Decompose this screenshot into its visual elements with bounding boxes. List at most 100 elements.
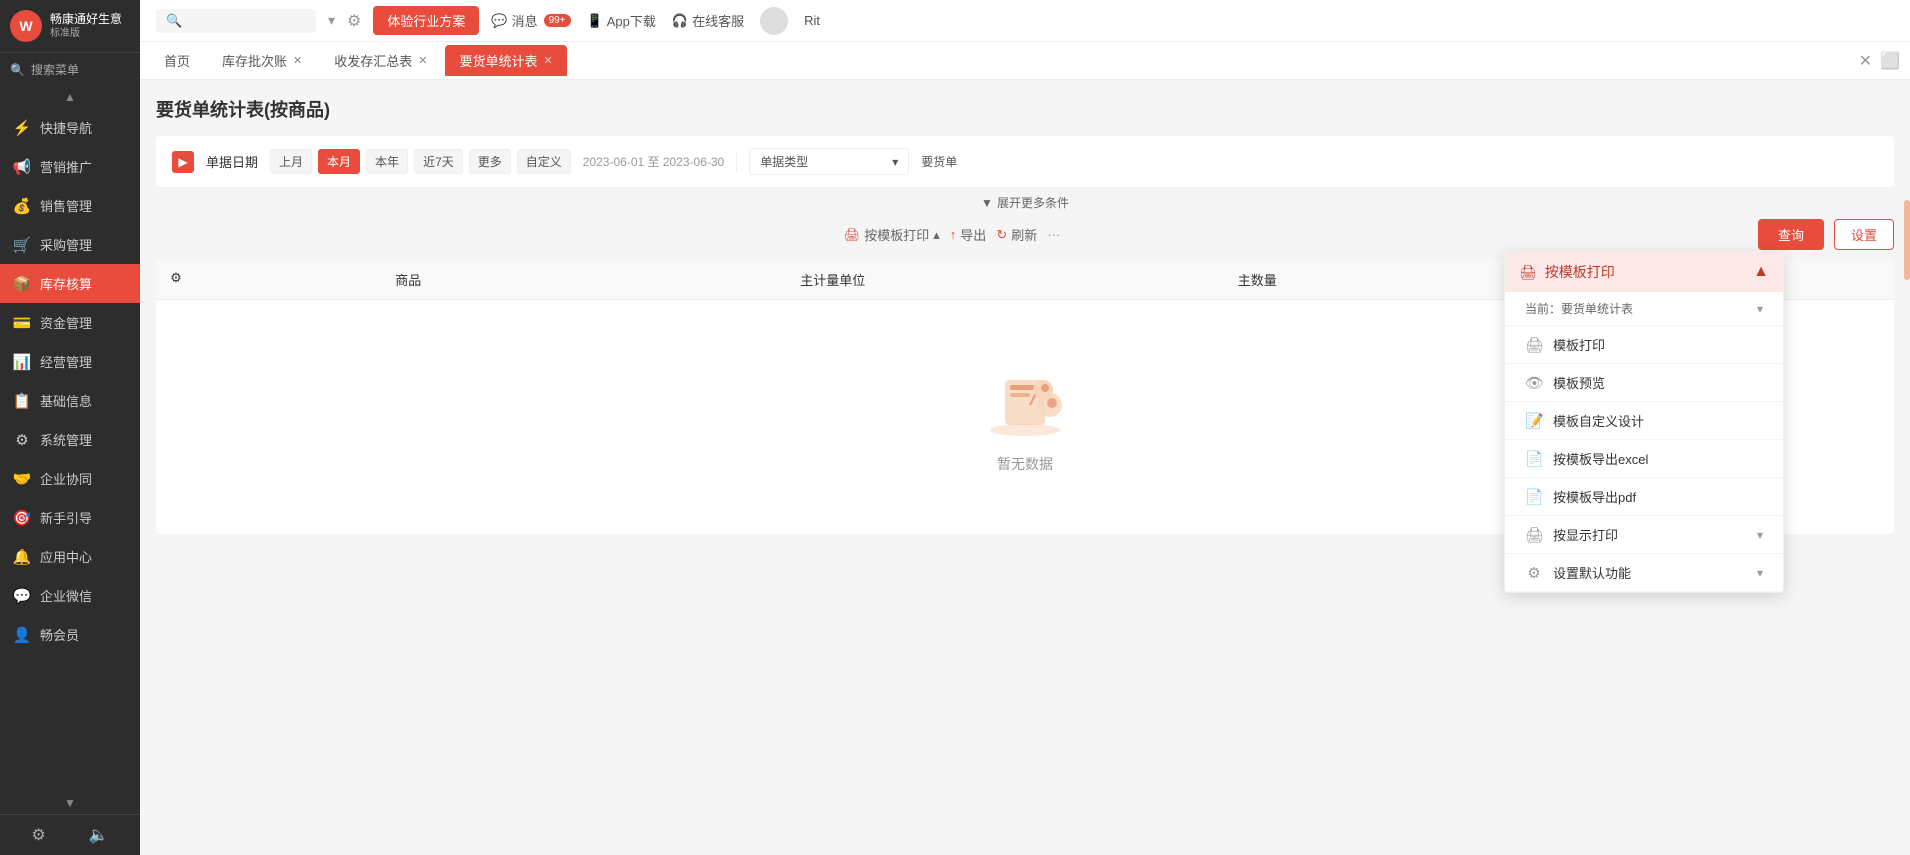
empty-state-text: 暂无数据 [997, 454, 1053, 474]
template-pdf-item-icon: 📄 [1525, 488, 1543, 506]
settings-footer-icon[interactable]: ⚙ [31, 825, 45, 845]
refresh-label: 刷新 [1011, 225, 1037, 244]
sidebar-item-guide[interactable]: 🎯 新手引导 [0, 498, 140, 537]
template-print-btn[interactable]: 🖨 按模板打印 ▴ [844, 225, 940, 244]
filter-expand-icon[interactable]: ▶ [172, 151, 194, 173]
settings-button[interactable]: 设置 [1834, 219, 1894, 250]
dropdown-item-template-print[interactable]: 🖨 模板打印 [1505, 326, 1783, 364]
display-print-left: 🖨 按显示打印 [1525, 525, 1618, 544]
sidebar-item-label: 畅会员 [40, 625, 79, 644]
tab-order-stats-close[interactable]: ✕ [544, 54, 553, 67]
date-btn-recent-7[interactable]: 近7天 [414, 149, 463, 174]
more-icon[interactable]: ··· [1047, 227, 1060, 242]
sidebar-scroll-down[interactable]: ▼ [0, 792, 140, 814]
sidebar-item-finance[interactable]: 💳 资金管理 [0, 303, 140, 342]
tab-maximize-icon[interactable]: ⬜ [1880, 51, 1900, 71]
tab-inventory-batch-close[interactable]: ✕ [293, 54, 302, 67]
sidebar-item-purchase[interactable]: 🛒 采购管理 [0, 225, 140, 264]
col-unit: 主计量单位 [621, 270, 1046, 289]
sidebar-item-member[interactable]: 👤 畅会员 [0, 615, 140, 654]
tab-receipt-summary[interactable]: 收发存汇总表 ✕ [320, 45, 441, 76]
scroll-down-icon[interactable]: ▼ [64, 796, 76, 810]
display-print-label: 按显示打印 [1553, 525, 1618, 544]
messages-btn[interactable]: 💬 消息 99+ [491, 11, 570, 30]
dropdown-collapse-icon[interactable]: ▲ [1753, 263, 1769, 281]
expand-more-label: 展开更多条件 [997, 194, 1069, 211]
filter-bar: ▶ 单据日期 上月 本月 本年 近7天 更多 自定义 2023-06-01 至 … [156, 136, 1894, 187]
quick-nav-icon: ⚡ [12, 119, 32, 137]
date-btn-current-month[interactable]: 本月 [318, 149, 360, 174]
sidebar-item-system[interactable]: ⚙ 系统管理 [0, 420, 140, 459]
export-label: 导出 [960, 225, 986, 244]
sidebar-item-marketing[interactable]: 📢 营销推广 [0, 147, 140, 186]
header-settings-icon[interactable]: ⚙ [347, 11, 361, 31]
tab-inventory-batch[interactable]: 库存批次账 ✕ [208, 45, 316, 76]
sidebar-item-enterprise[interactable]: 🤝 企业协同 [0, 459, 140, 498]
right-scrollbar[interactable] [1904, 200, 1910, 280]
template-print-item-icon: 🖨 [1525, 336, 1543, 354]
expand-more-btn[interactable]: ▼ 展开更多条件 [965, 190, 1085, 215]
messages-icon: 💬 [491, 13, 507, 29]
tab-order-stats[interactable]: 要货单统计表 ✕ [445, 45, 566, 76]
app-download-btn[interactable]: 📱 App下载 [587, 11, 656, 30]
date-btn-prev-month[interactable]: 上月 [270, 149, 312, 174]
col-product: 商品 [196, 270, 621, 289]
dropdown-item-template-excel[interactable]: 📄 按模板导出excel [1505, 440, 1783, 478]
dropdown-header[interactable]: 🖨 按模板打印 ▲ [1505, 252, 1783, 292]
dropdown-item-template-preview[interactable]: 👁 模板预览 [1505, 364, 1783, 402]
trial-button[interactable]: 体验行业方案 [373, 6, 479, 35]
main-content: 🔍 ▾ ⚙ 体验行业方案 💬 消息 99+ 📱 App下载 🎧 在线客服 Rit [140, 0, 1910, 855]
dropdown-item-template-pdf[interactable]: 📄 按模板导出pdf [1505, 478, 1783, 516]
marketing-icon: 📢 [12, 158, 32, 176]
sidebar-item-basic[interactable]: 📋 基础信息 [0, 381, 140, 420]
sidebar-item-label: 资金管理 [40, 313, 92, 332]
tab-receipt-summary-close[interactable]: ✕ [418, 54, 427, 67]
dropdown-item-template-design[interactable]: 📝 模板自定义设计 [1505, 402, 1783, 440]
sidebar-item-sales[interactable]: 💰 销售管理 [0, 186, 140, 225]
finance-icon: 💳 [12, 314, 32, 332]
customer-service-label: 在线客服 [692, 11, 744, 30]
user-name-text: Rit [804, 13, 820, 28]
dropdown-current-label[interactable]: 当前：要货单统计表 ▾ [1505, 292, 1783, 326]
user-avatar[interactable] [760, 7, 788, 35]
set-default-label: 设置默认功能 [1553, 563, 1631, 582]
filter-divider [736, 152, 737, 172]
content-area: 要货单统计表(按商品) ▶ 单据日期 上月 本月 本年 近7天 更多 自定义 2… [140, 80, 1910, 855]
tab-close-all-icon[interactable]: ✕ [1859, 51, 1872, 71]
scroll-up-icon[interactable]: ▲ [64, 90, 76, 104]
export-btn[interactable]: ↑ 导出 [950, 225, 987, 244]
col-quantity: 主数量 [1045, 270, 1470, 289]
sidebar-item-appstore[interactable]: 🔔 应用中心 [0, 537, 140, 576]
dropdown-section-set-default[interactable]: ⚙ 设置默认功能 ▾ [1505, 554, 1783, 592]
sidebar-item-label: 企业协同 [40, 469, 92, 488]
sidebar-item-wechat[interactable]: 💬 企业微信 [0, 576, 140, 615]
refresh-icon: ↻ [996, 227, 1007, 243]
header-search-box[interactable]: 🔍 [156, 9, 316, 33]
col-settings[interactable]: ⚙ [156, 270, 196, 289]
sidebar-scroll-up[interactable]: ▲ [0, 86, 140, 108]
sidebar-search[interactable]: 🔍 搜索菜单 [0, 53, 140, 86]
tab-home[interactable]: 首页 [150, 45, 204, 76]
date-btn-current-year[interactable]: 本年 [366, 149, 408, 174]
date-btn-more[interactable]: 更多 [469, 149, 511, 174]
sidebar-item-operations[interactable]: 📊 经营管理 [0, 342, 140, 381]
sidebar-item-inventory[interactable]: 📦 库存核算 [0, 264, 140, 303]
date-btn-custom[interactable]: 自定义 [517, 149, 571, 174]
query-button[interactable]: 查询 [1758, 219, 1824, 250]
order-type-select[interactable]: 单据类型 ▾ [749, 148, 909, 175]
audio-footer-icon[interactable]: 🔈 [89, 825, 109, 845]
template-pdf-item-label: 按模板导出pdf [1553, 487, 1636, 506]
customer-service-icon: 🎧 [672, 13, 688, 29]
inventory-icon: 📦 [12, 275, 32, 293]
inventory-batch-label: 库存批次账 [222, 51, 287, 70]
sidebar-search-label: 搜索菜单 [31, 61, 79, 78]
refresh-btn[interactable]: ↻ 刷新 [996, 225, 1037, 244]
sidebar-item-label: 基础信息 [40, 391, 92, 410]
template-print-item-label: 模板打印 [1553, 335, 1605, 354]
sidebar-item-quick-nav[interactable]: ⚡ 快捷导航 [0, 108, 140, 147]
customer-service-btn[interactable]: 🎧 在线客服 [672, 11, 744, 30]
dropdown-section-display-print[interactable]: 🖨 按显示打印 ▾ [1505, 516, 1783, 554]
sidebar-logo: W 畅康通好生意 标准版 [0, 0, 140, 53]
header-dropdown-icon[interactable]: ▾ [328, 12, 335, 29]
dropdown-print-icon: 🖨 [1519, 264, 1537, 281]
